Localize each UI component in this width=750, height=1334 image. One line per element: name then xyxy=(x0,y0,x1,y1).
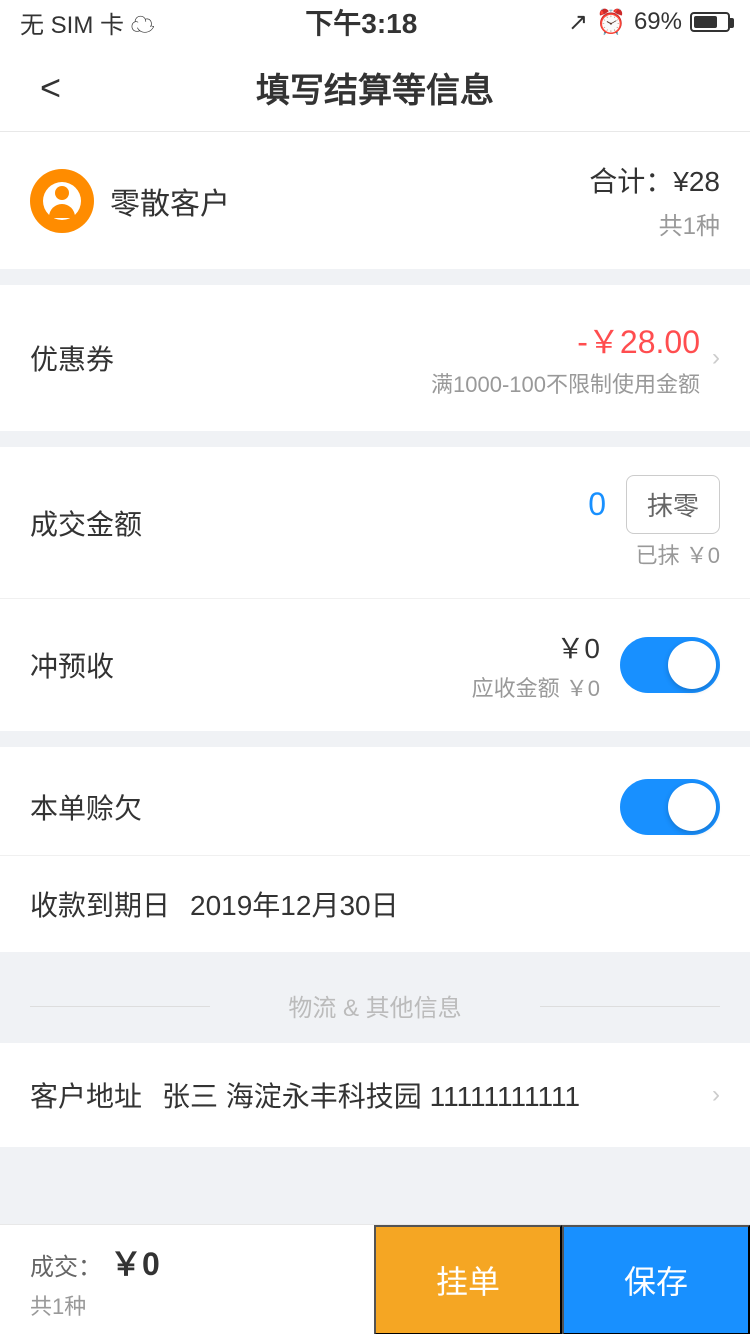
prereceive-hint: 应收金额 ￥0 xyxy=(472,671,600,703)
status-time: 下午3:18 xyxy=(305,2,417,42)
page-title: 填写结算等信息 xyxy=(256,63,494,112)
coupon-hint: 满1000-100不限制使用金额 xyxy=(431,367,700,399)
prereceive-toggle[interactable] xyxy=(620,637,720,693)
coupon-right: -￥28.00 满1000-100不限制使用金额 › xyxy=(431,317,720,399)
coupon-row[interactable]: 优惠券 -￥28.00 满1000-100不限制使用金额 › xyxy=(0,285,750,431)
prereceive-values: ￥0 应收金额 ￥0 xyxy=(472,627,600,703)
nav-bar: < 填写结算等信息 xyxy=(0,44,750,132)
already-rounded-text: 已抹 ￥0 xyxy=(566,538,720,570)
debt-row: 本单赊欠 xyxy=(0,747,750,856)
amount-right: 0 抹零 xyxy=(566,475,720,534)
avatar-icon xyxy=(43,182,81,220)
address-value: 张三 海淀永丰科技园 11111111111 xyxy=(162,1075,580,1115)
coupon-card: 优惠券 -￥28.00 满1000-100不限制使用金额 › xyxy=(0,285,750,431)
pending-button[interactable]: 挂单 xyxy=(374,1225,562,1334)
location-icon: ↗ xyxy=(568,8,588,37)
bottom-summary: 成交： ￥0 共1种 xyxy=(0,1239,374,1321)
due-date-value: 2019年12月30日 xyxy=(190,884,399,924)
main-content: 零散客户 合计：¥28 共1种 优惠券 -￥28.00 满1000-100不限制… xyxy=(0,132,750,1283)
amount-section: 成交金额 0 抹零 已抹 ￥0 冲预收 ￥0 应收金额 ￥0 xyxy=(0,447,750,731)
bottom-deal-label: 成交： xyxy=(30,1247,102,1282)
round-zero-button[interactable]: 抹零 xyxy=(626,475,720,534)
address-chevron-icon: › xyxy=(712,1081,720,1109)
prereceive-label: 冲预收 xyxy=(30,645,114,685)
bottom-deal-amount: ￥0 xyxy=(110,1239,160,1285)
address-left: 客户地址 张三 海淀永丰科技园 11111111111 xyxy=(30,1075,580,1115)
customer-name: 零散客户 xyxy=(110,179,230,223)
deal-amount-row: 成交金额 0 抹零 已抹 ￥0 xyxy=(0,447,750,599)
debt-section: 本单赊欠 收款到期日 2019年12月30日 xyxy=(0,747,750,952)
logistics-divider: 物流 & 其他信息 xyxy=(0,968,750,1043)
status-right: ↗ ⏰ 69% xyxy=(568,8,730,37)
debt-label: 本单赊欠 xyxy=(30,787,142,827)
prereceive-right: ￥0 应收金额 ￥0 xyxy=(472,627,720,703)
due-date-row[interactable]: 收款到期日 2019年12月30日 xyxy=(0,856,750,952)
address-section: 客户地址 张三 海淀永丰科技园 11111111111 › xyxy=(0,1043,750,1147)
no-sim-label: 无 SIM 卡 ☁ xyxy=(20,5,155,40)
bottom-bar: 成交： ￥0 共1种 挂单 保存 xyxy=(0,1224,750,1334)
back-button[interactable]: < xyxy=(30,57,71,119)
customer-summary: 合计：¥28 共1种 xyxy=(589,160,720,241)
address-row[interactable]: 客户地址 张三 海淀永丰科技园 11111111111 › xyxy=(0,1043,750,1147)
battery-label: 69% xyxy=(634,8,682,36)
toggle-knob xyxy=(668,641,716,689)
avatar xyxy=(30,169,94,233)
save-button[interactable]: 保存 xyxy=(562,1225,750,1334)
status-left: 无 SIM 卡 ☁ xyxy=(20,5,155,40)
address-label: 客户地址 xyxy=(30,1075,142,1115)
coupon-label: 优惠券 xyxy=(30,338,114,378)
chevron-right-icon: › xyxy=(712,344,720,372)
status-bar: 无 SIM 卡 ☁ 下午3:18 ↗ ⏰ 69% xyxy=(0,0,750,44)
debt-toggle-knob xyxy=(668,783,716,831)
coupon-discount: -￥28.00 xyxy=(431,317,700,363)
deal-amount-value[interactable]: 0 xyxy=(566,486,606,523)
customer-card: 零散客户 合计：¥28 共1种 xyxy=(0,132,750,269)
customer-left: 零散客户 xyxy=(30,169,230,233)
prereceive-row: 冲预收 ￥0 应收金额 ￥0 xyxy=(0,599,750,731)
prereceive-amount: ￥0 xyxy=(472,627,600,667)
battery-icon xyxy=(690,12,730,32)
total-count: 共1种 xyxy=(589,206,720,241)
total-amount: 合计：¥28 xyxy=(589,160,720,200)
deal-amount-label: 成交金额 xyxy=(30,503,142,543)
due-date-label: 收款到期日 xyxy=(30,884,170,924)
alarm-icon: ⏰ xyxy=(596,8,626,37)
debt-toggle[interactable] xyxy=(620,779,720,835)
logistics-label: 物流 & 其他信息 xyxy=(0,968,750,1043)
bottom-deal-count: 共1种 xyxy=(30,1289,344,1321)
